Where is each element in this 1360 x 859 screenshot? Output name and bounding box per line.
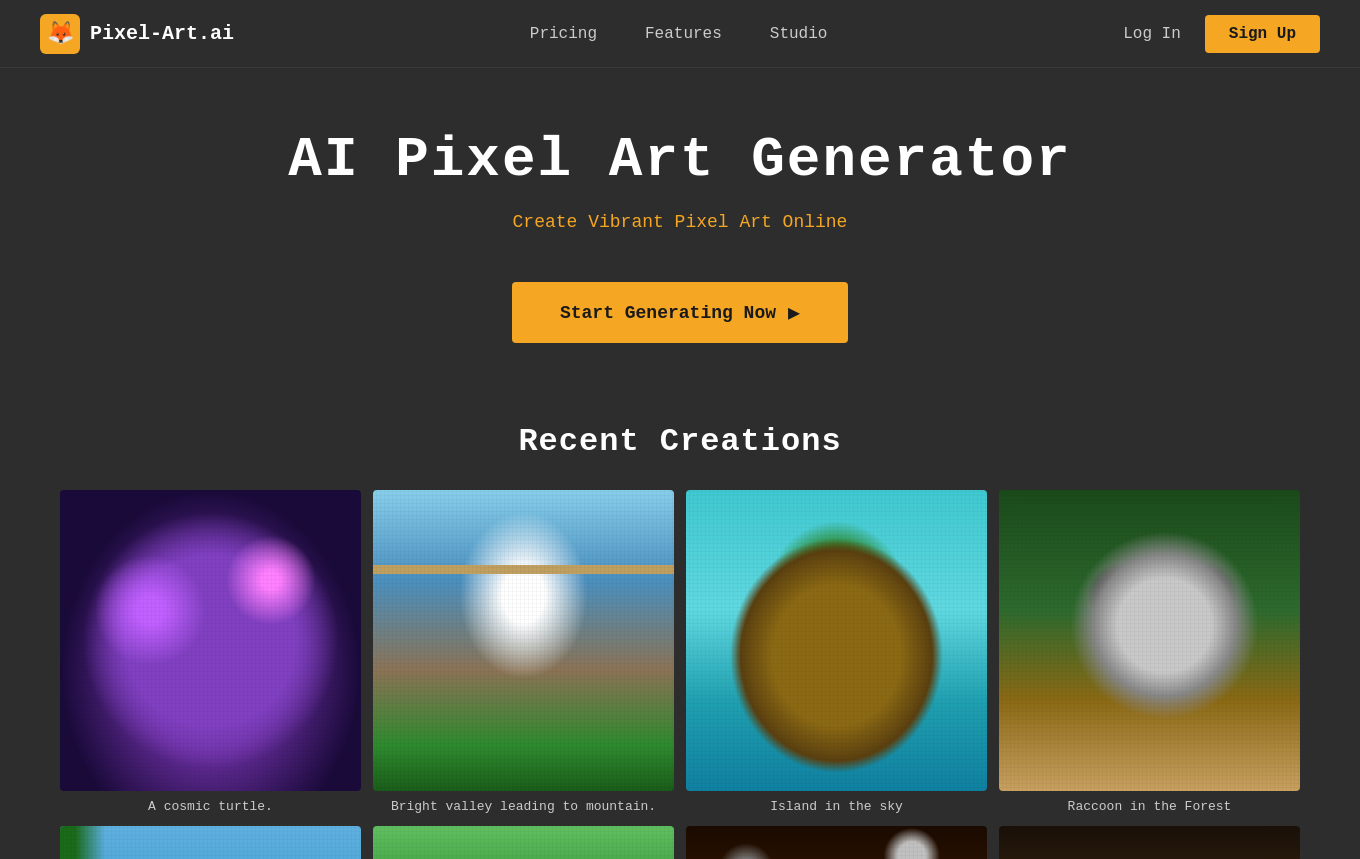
login-button[interactable]: Log In	[1123, 25, 1181, 43]
gallery-grid: A cosmic turtle. Bright valley leading to…	[60, 490, 1300, 859]
gallery-item[interactable]: Tropical beach scene	[60, 826, 361, 859]
gallery-image	[999, 490, 1300, 791]
gallery-item[interactable]: Bright valley leading to mountain.	[373, 490, 674, 814]
gallery-item[interactable]: A cosmic turtle.	[60, 490, 361, 814]
gallery-image	[60, 490, 361, 791]
gallery-image	[373, 490, 674, 791]
gallery-item[interactable]: Temple in the forest	[373, 826, 674, 859]
gallery-image	[686, 826, 987, 859]
gallery-image	[999, 826, 1300, 859]
hero-section: AI Pixel Art Generator Create Vibrant Pi…	[0, 68, 1360, 383]
hero-title: AI Pixel Art Generator	[20, 128, 1340, 192]
gallery-item[interactable]: Raccoon in the Forest	[999, 490, 1300, 814]
cta-label: Start Generating Now	[560, 303, 776, 323]
gallery-label: Raccoon in the Forest	[999, 799, 1300, 814]
gallery-label: Bright valley leading to mountain.	[373, 799, 674, 814]
arrow-icon: ▶	[788, 300, 800, 325]
nav-studio[interactable]: Studio	[770, 25, 828, 43]
gallery-image	[373, 826, 674, 859]
nav-actions: Log In Sign Up	[1123, 15, 1320, 53]
gallery-image	[686, 490, 987, 791]
gallery-label: Island in the sky	[686, 799, 987, 814]
signup-button[interactable]: Sign Up	[1205, 15, 1320, 53]
cta-button[interactable]: Start Generating Now ▶	[512, 282, 848, 343]
hero-subtitle: Create Vibrant Pixel Art Online	[20, 212, 1340, 232]
nav-features[interactable]: Features	[645, 25, 722, 43]
navbar: 🦊 Pixel-Art.ai Pricing Features Studio L…	[0, 0, 1360, 68]
logo-link[interactable]: 🦊 Pixel-Art.ai	[40, 14, 234, 54]
logo-text: Pixel-Art.ai	[90, 22, 234, 45]
gallery-label: A cosmic turtle.	[60, 799, 361, 814]
nav-links: Pricing Features Studio	[530, 25, 828, 43]
section-title: Recent Creations	[60, 423, 1300, 460]
gallery-image	[60, 826, 361, 859]
logo-icon: 🦊	[40, 14, 80, 54]
gallery-section: Recent Creations A cosmic turtle. Bright …	[0, 383, 1360, 859]
gallery-item[interactable]: Island in the sky	[686, 490, 987, 814]
gallery-item[interactable]: Astronaut on Mars	[686, 826, 987, 859]
nav-pricing[interactable]: Pricing	[530, 25, 597, 43]
gallery-item[interactable]: Ancient stone archway	[999, 826, 1300, 859]
